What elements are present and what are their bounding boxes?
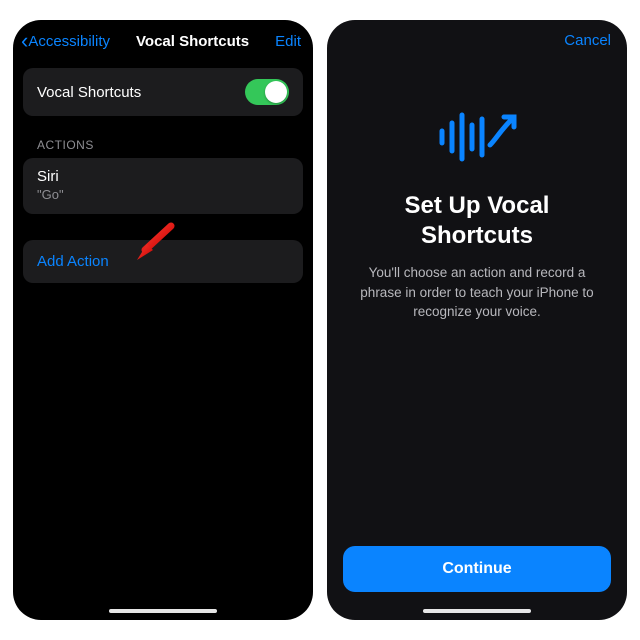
home-indicator [109,609,217,613]
action-phrase: "Go" [37,187,289,202]
vocal-shortcuts-toggle-row: Vocal Shortcuts [23,68,303,116]
navbar: ‹ Accessibility Vocal Shortcuts Edit [13,20,313,60]
nav-title: Vocal Shortcuts [136,33,249,50]
navbar: Cancel [327,20,627,55]
add-action-button[interactable]: Add Action [23,240,303,283]
add-action-label: Add Action [37,253,109,270]
cancel-button[interactable]: Cancel [564,32,611,49]
setup-description: You'll choose an action and record a phr… [349,263,605,322]
nav-back-button[interactable]: ‹ Accessibility [21,30,110,52]
nav-back-label: Accessibility [28,33,110,50]
action-name: Siri [37,168,289,185]
setup-title: Set Up Vocal Shortcuts [349,191,605,251]
home-indicator [423,609,531,613]
setup-body: Set Up Vocal Shortcuts You'll choose an … [327,55,627,620]
voice-waveform-icon [434,105,520,169]
content-area: Vocal Shortcuts ACTIONS Siri "Go" Add Ac… [13,60,313,620]
action-row-siri[interactable]: Siri "Go" [23,158,303,214]
continue-button[interactable]: Continue [343,546,611,592]
setup-screen: Cancel Set Up Vocal Shortcuts You'll cho… [327,20,627,620]
settings-screen: ‹ Accessibility Vocal Shortcuts Edit Voc… [13,20,313,620]
continue-label: Continue [442,560,511,577]
switch-knob [265,81,287,103]
toggle-label: Vocal Shortcuts [37,84,141,101]
red-arrow-annotation-icon [131,220,177,266]
actions-section-header: ACTIONS [37,138,289,152]
nav-edit-button[interactable]: Edit [275,33,301,50]
chevron-left-icon: ‹ [21,30,28,52]
vocal-shortcuts-switch[interactable] [245,79,289,105]
